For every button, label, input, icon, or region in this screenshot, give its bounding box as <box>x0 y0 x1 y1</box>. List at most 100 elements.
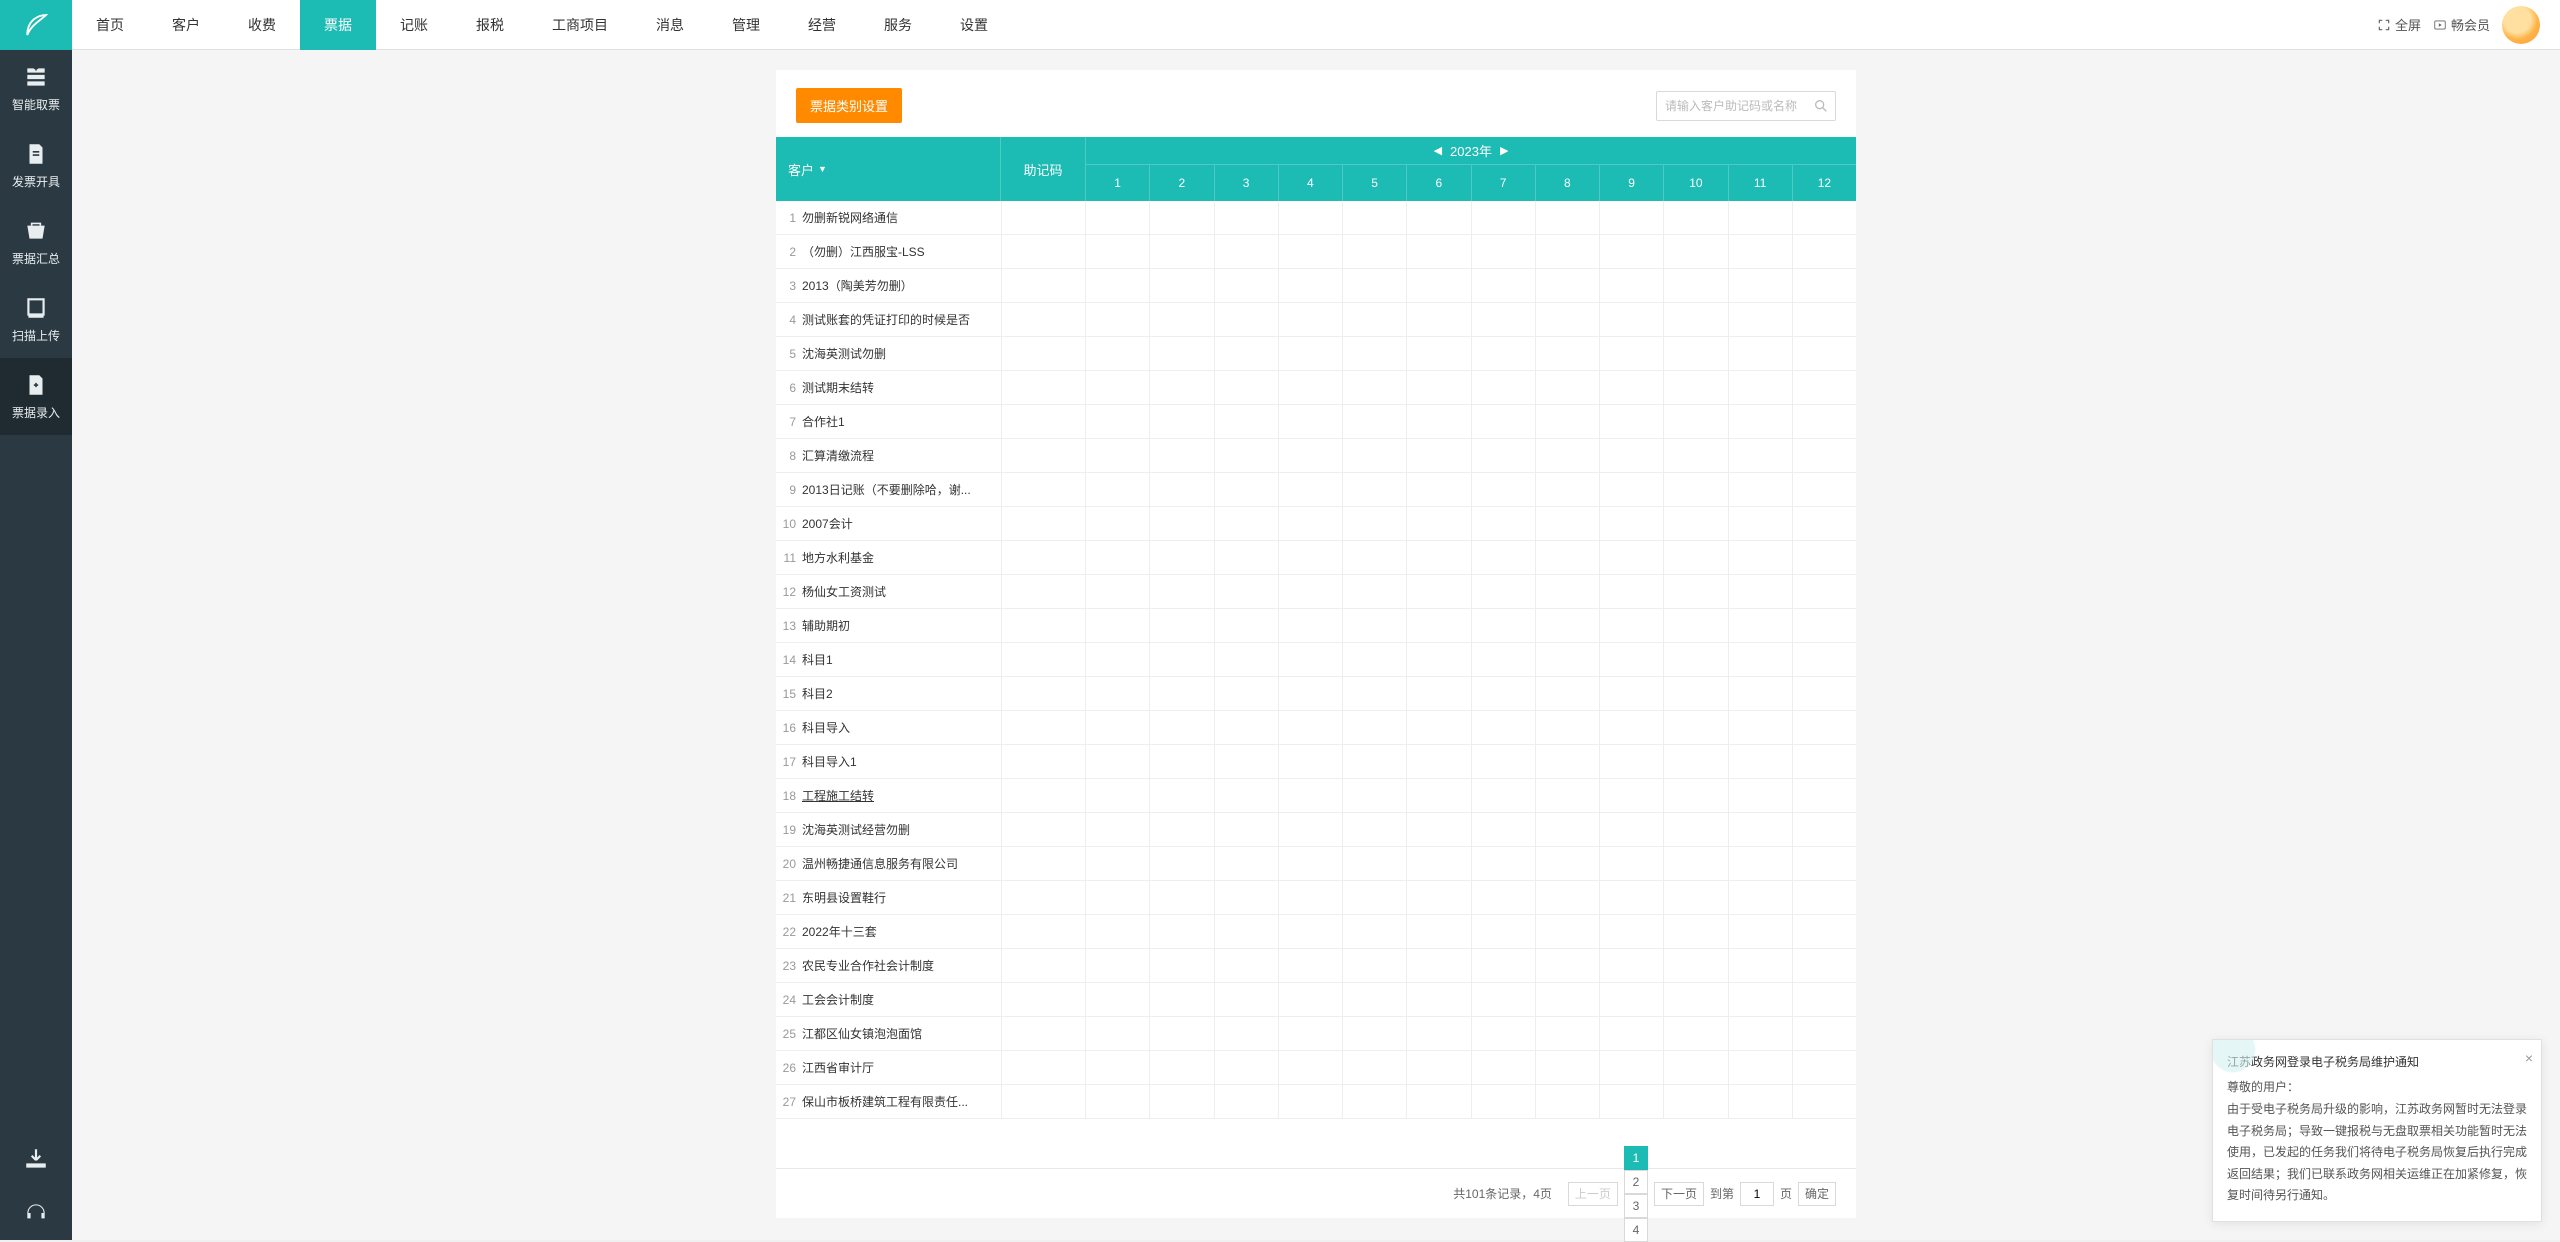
col-header-month-1[interactable]: 1 <box>1086 165 1150 201</box>
col-header-month-5[interactable]: 5 <box>1343 165 1407 201</box>
cell-month[interactable] <box>1664 609 1728 642</box>
cell-month[interactable] <box>1086 847 1150 880</box>
cell-month[interactable] <box>1086 405 1150 438</box>
search-input[interactable] <box>1656 91 1836 121</box>
cell-month[interactable] <box>1536 235 1600 268</box>
cell-month[interactable] <box>1472 269 1536 302</box>
cell-code[interactable] <box>1001 303 1086 336</box>
cell-month[interactable] <box>1086 575 1150 608</box>
cell-month[interactable] <box>1215 235 1279 268</box>
cell-month[interactable] <box>1279 303 1343 336</box>
cell-month[interactable] <box>1343 745 1407 778</box>
cell-month[interactable] <box>1215 303 1279 336</box>
cell-month[interactable] <box>1086 949 1150 982</box>
cell-month[interactable] <box>1407 949 1471 982</box>
cell-month[interactable] <box>1793 881 1856 914</box>
nav-item-6[interactable]: 工商项目 <box>528 0 632 50</box>
cell-month[interactable] <box>1086 473 1150 506</box>
table-row[interactable]: 21东明县设置鞋行 <box>776 881 1856 915</box>
cell-month[interactable] <box>1793 303 1856 336</box>
cell-month[interactable] <box>1664 235 1728 268</box>
cell-month[interactable] <box>1472 541 1536 574</box>
cell-month[interactable] <box>1536 745 1600 778</box>
table-row[interactable]: 27保山市板桥建筑工程有限责任... <box>776 1085 1856 1119</box>
table-row[interactable]: 102007会计 <box>776 507 1856 541</box>
cell-month[interactable] <box>1279 1017 1343 1050</box>
cell-month[interactable] <box>1343 1085 1407 1118</box>
cell-month[interactable] <box>1664 575 1728 608</box>
col-header-month-6[interactable]: 6 <box>1407 165 1471 201</box>
cell-month[interactable] <box>1600 813 1664 846</box>
cell-month[interactable] <box>1150 439 1214 472</box>
cell-month[interactable] <box>1215 779 1279 812</box>
cell-code[interactable] <box>1001 745 1086 778</box>
table-row[interactable]: 11地方水利基金 <box>776 541 1856 575</box>
table-row[interactable]: 12杨仙女工资测试 <box>776 575 1856 609</box>
nav-item-4[interactable]: 记账 <box>376 0 452 50</box>
col-header-month-7[interactable]: 7 <box>1472 165 1536 201</box>
sidebar-item-4[interactable]: 票据录入 <box>0 358 72 435</box>
cell-month[interactable] <box>1343 813 1407 846</box>
cell-month[interactable] <box>1343 983 1407 1016</box>
cell-month[interactable] <box>1279 507 1343 540</box>
cell-month[interactable] <box>1536 643 1600 676</box>
nav-item-5[interactable]: 报税 <box>452 0 528 50</box>
cell-month[interactable] <box>1279 881 1343 914</box>
cell-month[interactable] <box>1150 609 1214 642</box>
cell-month[interactable] <box>1086 303 1150 336</box>
search-button[interactable] <box>1810 95 1832 117</box>
cell-month[interactable] <box>1793 405 1856 438</box>
download-button[interactable] <box>0 1132 72 1186</box>
cell-month[interactable] <box>1150 779 1214 812</box>
cell-month[interactable] <box>1729 371 1793 404</box>
logo[interactable] <box>0 0 72 50</box>
cell-month[interactable] <box>1536 1017 1600 1050</box>
cell-month[interactable] <box>1215 609 1279 642</box>
cell-month[interactable] <box>1600 779 1664 812</box>
cell-month[interactable] <box>1279 711 1343 744</box>
cell-code[interactable] <box>1001 371 1086 404</box>
cell-month[interactable] <box>1086 541 1150 574</box>
cell-month[interactable] <box>1150 371 1214 404</box>
cell-month[interactable] <box>1729 269 1793 302</box>
nav-item-11[interactable]: 设置 <box>936 0 1012 50</box>
col-header-month-12[interactable]: 12 <box>1793 165 1856 201</box>
col-header-month-4[interactable]: 4 <box>1279 165 1343 201</box>
cell-month[interactable] <box>1407 303 1471 336</box>
cell-month[interactable] <box>1664 1085 1728 1118</box>
cell-month[interactable] <box>1407 1085 1471 1118</box>
cell-month[interactable] <box>1729 337 1793 370</box>
cell-code[interactable] <box>1001 949 1086 982</box>
cell-month[interactable] <box>1150 1017 1214 1050</box>
cell-month[interactable] <box>1150 507 1214 540</box>
nav-item-0[interactable]: 首页 <box>72 0 148 50</box>
cell-month[interactable] <box>1407 643 1471 676</box>
pager-goto-input[interactable] <box>1740 1182 1774 1206</box>
table-row[interactable]: 23农民专业合作社会计制度 <box>776 949 1856 983</box>
cell-month[interactable] <box>1664 201 1728 234</box>
cell-month[interactable] <box>1086 711 1150 744</box>
cell-month[interactable] <box>1729 949 1793 982</box>
col-header-month-10[interactable]: 10 <box>1664 165 1728 201</box>
cell-code[interactable] <box>1001 507 1086 540</box>
cell-month[interactable] <box>1664 881 1728 914</box>
cell-month[interactable] <box>1215 915 1279 948</box>
cell-month[interactable] <box>1729 507 1793 540</box>
cell-month[interactable] <box>1793 949 1856 982</box>
cell-code[interactable] <box>1001 575 1086 608</box>
cell-month[interactable] <box>1664 813 1728 846</box>
cell-month[interactable] <box>1472 779 1536 812</box>
cell-month[interactable] <box>1600 439 1664 472</box>
col-header-code[interactable]: 助记码 <box>1001 137 1086 201</box>
table-body[interactable]: 1勿删新锐网络通信2（勿删）江西服宝-LSS32013（陶美芳勿删）4测试账套的… <box>776 201 1856 1168</box>
cell-month[interactable] <box>1536 949 1600 982</box>
cell-month[interactable] <box>1086 201 1150 234</box>
cell-month[interactable] <box>1215 337 1279 370</box>
cell-month[interactable] <box>1343 575 1407 608</box>
notice-close-button[interactable]: × <box>2525 1046 2533 1071</box>
cell-month[interactable] <box>1600 337 1664 370</box>
cell-month[interactable] <box>1793 745 1856 778</box>
cell-month[interactable] <box>1150 677 1214 710</box>
cell-month[interactable] <box>1793 915 1856 948</box>
cell-month[interactable] <box>1729 745 1793 778</box>
